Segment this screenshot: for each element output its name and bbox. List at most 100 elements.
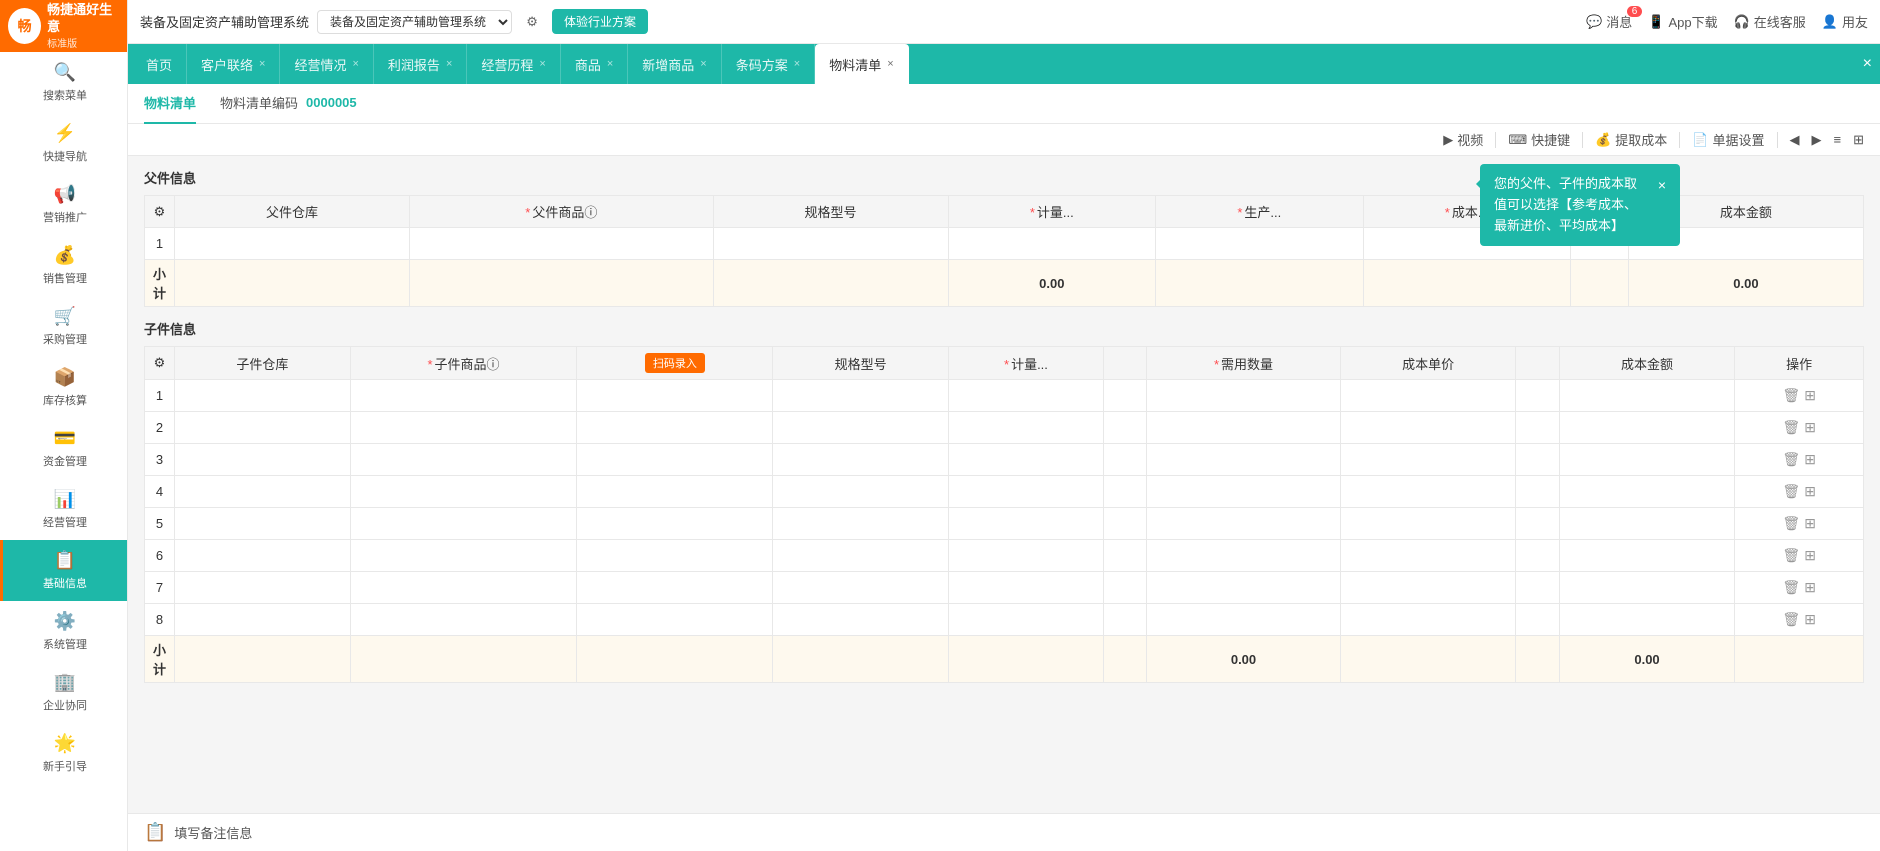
child-unit-cell[interactable]	[948, 380, 1103, 412]
tab-history[interactable]: 经营历程 ×	[467, 44, 560, 84]
box-icon: 📦	[54, 367, 76, 388]
tab-goods[interactable]: 商品 ×	[561, 44, 628, 84]
extract-cost-button[interactable]: 💰 提取成本	[1595, 130, 1667, 149]
delete-icon[interactable]: 🗑	[1782, 387, 1800, 404]
tab-profit[interactable]: 利润报告 ×	[374, 44, 467, 84]
tab-close-icon[interactable]: ×	[887, 58, 893, 70]
delete-icon[interactable]: 🗑	[1782, 483, 1800, 500]
sidebar-item-basic[interactable]: 📋 基础信息	[0, 540, 127, 601]
tab-label: 物料清单	[829, 55, 881, 74]
tooltip-close-button[interactable]: ×	[1658, 174, 1666, 196]
parent-col-spec: 规格型号	[713, 196, 948, 228]
parent-production-cell[interactable]	[1156, 228, 1363, 260]
sidebar-item-enterprise[interactable]: 🏢 企业协同	[0, 662, 127, 723]
parent-unit-cell[interactable]	[948, 228, 1155, 260]
parent-goods-cell[interactable]	[410, 228, 713, 260]
trial-button[interactable]: 体验行业方案	[552, 9, 648, 34]
delete-icon[interactable]: 🗑	[1782, 547, 1800, 564]
copy-icon[interactable]: ⊞	[1804, 483, 1816, 500]
sidebar-item-system[interactable]: ⚙️ 系统管理	[0, 601, 127, 662]
child-col-settings[interactable]: ⚙	[145, 347, 175, 380]
system-select[interactable]: 装备及固定资产辅助管理系统	[317, 10, 512, 34]
grid-view-button[interactable]: ⊞	[1853, 132, 1864, 148]
app-download-button[interactable]: 📱 App下载	[1648, 12, 1717, 31]
user-button[interactable]: 👤 用友	[1822, 12, 1868, 31]
scan-input-button[interactable]: 扫码录入	[645, 353, 705, 373]
tab-close-icon[interactable]: ×	[259, 58, 265, 70]
copy-icon[interactable]: ⊞	[1804, 547, 1816, 564]
tab-barcode[interactable]: 条码方案 ×	[722, 44, 815, 84]
sidebar-item-inventory[interactable]: 📦 库存核算	[0, 357, 127, 418]
user-icon: 👤	[1822, 14, 1838, 30]
sidebar-item-quicknav[interactable]: ⚡ 快捷导航	[0, 113, 127, 174]
sidebar-item-operations[interactable]: 📊 经营管理	[0, 479, 127, 540]
close-all-tabs[interactable]: ×	[1855, 44, 1880, 84]
delete-icon[interactable]: 🗑	[1782, 611, 1800, 628]
parent-subtotal-row: 小计 0.00 0.00	[145, 260, 1864, 307]
delete-icon[interactable]: 🗑	[1782, 419, 1800, 436]
doc-settings-button[interactable]: 📄 单据设置	[1692, 130, 1764, 149]
tab-close-icon[interactable]: ×	[700, 58, 706, 70]
child-col-scan[interactable]: 扫码录入	[577, 347, 773, 380]
copy-icon[interactable]: ⊞	[1804, 451, 1816, 468]
sidebar-item-search[interactable]: 🔍 搜索菜单	[0, 52, 127, 113]
delete-icon[interactable]: 🗑	[1782, 579, 1800, 596]
child-unit-price-cell[interactable]	[1340, 380, 1516, 412]
sidebar-item-finance[interactable]: 💳 资金管理	[0, 418, 127, 479]
tab-home[interactable]: 首页	[132, 44, 187, 84]
parent-warehouse-cell[interactable]	[175, 228, 410, 260]
message-button[interactable]: 💬 消息 6	[1586, 12, 1632, 31]
child-qty-cell[interactable]	[1147, 380, 1341, 412]
copy-icon[interactable]: ⊞	[1804, 611, 1816, 628]
bottom-bar: 📋 填写备注信息	[128, 813, 1880, 851]
child-warehouse-cell[interactable]	[175, 380, 351, 412]
delete-icon[interactable]: 🗑	[1782, 451, 1800, 468]
subtab-list[interactable]: 物料清单	[144, 84, 196, 124]
child-col-qty: *需用数量	[1147, 347, 1341, 380]
shortcut-button[interactable]: ⌨ 快捷键	[1508, 130, 1570, 149]
sub-tabs: 物料清单 物料清单编码 0000005	[128, 84, 1880, 124]
tab-close-icon[interactable]: ×	[446, 58, 452, 70]
note-text[interactable]: 填写备注信息	[174, 823, 252, 842]
parent-col-settings[interactable]: ⚙	[145, 196, 175, 228]
sidebar-item-label: 销售管理	[43, 270, 87, 286]
tab-new-goods[interactable]: 新增商品 ×	[628, 44, 721, 84]
settings-icon[interactable]: ⚙	[520, 10, 544, 34]
child-goods-cell[interactable]	[350, 380, 577, 412]
video-button[interactable]: ▶ 视频	[1443, 130, 1483, 149]
tab-close-icon[interactable]: ×	[352, 58, 358, 70]
child-col-extra	[1103, 347, 1146, 380]
list-view-button[interactable]: ≡	[1834, 132, 1842, 147]
tab-customer[interactable]: 客户联络 ×	[187, 44, 280, 84]
parent-spec-cell[interactable]	[713, 228, 948, 260]
copy-icon[interactable]: ⊞	[1804, 515, 1816, 532]
prev-button[interactable]: ◀	[1790, 132, 1800, 148]
table-row: 7 🗑⊞	[145, 572, 1864, 604]
sidebar-item-marketing[interactable]: 📢 营销推广	[0, 174, 127, 235]
sidebar-item-sales[interactable]: 💰 销售管理	[0, 235, 127, 296]
copy-icon[interactable]: ⊞	[1804, 419, 1816, 436]
online-service-button[interactable]: 🎧 在线客服	[1734, 12, 1806, 31]
subtotal-amount1: 0.00	[948, 260, 1155, 307]
tab-bom[interactable]: 物料清单 ×	[815, 44, 908, 84]
sidebar-item-guide[interactable]: 🌟 新手引导	[0, 723, 127, 784]
tab-close-icon[interactable]: ×	[794, 58, 800, 70]
keyboard-icon: ⌨	[1508, 132, 1527, 148]
copy-icon[interactable]: ⊞	[1804, 387, 1816, 404]
child-subtotal-label: 小计	[145, 636, 175, 683]
subtotal-label: 小计	[145, 260, 175, 307]
sidebar-item-label: 库存核算	[43, 392, 87, 408]
subtab-detail[interactable]: 物料清单编码 0000005	[220, 84, 357, 124]
tab-operations[interactable]: 经营情况 ×	[280, 44, 373, 84]
child-extra2-cell	[1516, 380, 1559, 412]
next-button[interactable]: ▶	[1812, 132, 1822, 148]
sidebar-item-purchase[interactable]: 🛒 采购管理	[0, 296, 127, 357]
child-spec-cell[interactable]	[773, 380, 949, 412]
tab-close-icon[interactable]: ×	[539, 58, 545, 70]
tab-close-icon[interactable]: ×	[607, 58, 613, 70]
parent-col-warehouse: 父件仓库	[175, 196, 410, 228]
tooltip-text: 您的父件、子件的成本取值可以选择【参考成本、最新进价、平均成本】	[1494, 176, 1637, 233]
delete-icon[interactable]: 🗑	[1782, 515, 1800, 532]
copy-icon[interactable]: ⊞	[1804, 579, 1816, 596]
child-col-warehouse: 子件仓库	[175, 347, 351, 380]
